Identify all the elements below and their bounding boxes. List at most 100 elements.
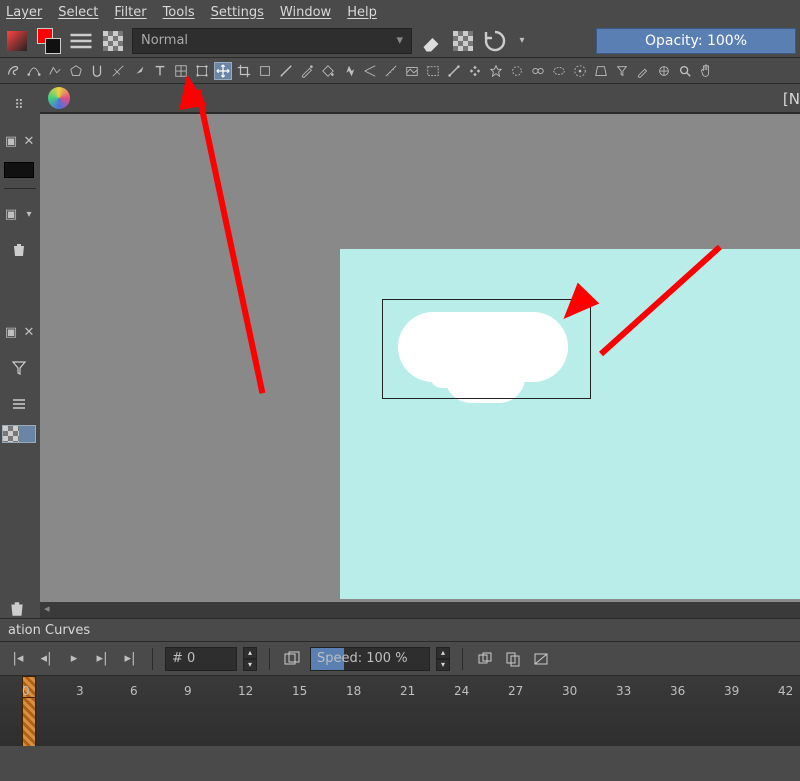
horizontal-scrollbar[interactable] bbox=[40, 602, 800, 618]
frame-number-input[interactable]: # 0 bbox=[165, 647, 237, 671]
rect-select-tool[interactable] bbox=[424, 62, 442, 80]
menu-tools[interactable]: Tools bbox=[163, 5, 195, 20]
pattern-icon bbox=[103, 31, 123, 51]
skip-end-button[interactable]: ▸| bbox=[120, 649, 140, 669]
menu-filter[interactable]: Filter bbox=[114, 5, 146, 20]
ellipse-select-tool[interactable] bbox=[550, 62, 568, 80]
similar-select-tool[interactable] bbox=[571, 62, 589, 80]
opacity-slider[interactable]: Opacity: 100% bbox=[596, 28, 796, 54]
docker-options-button[interactable]: ▣ bbox=[4, 199, 18, 229]
gradient-tool[interactable] bbox=[445, 62, 463, 80]
zoom-tool[interactable] bbox=[676, 62, 694, 80]
lazy-brush-tool[interactable] bbox=[655, 62, 673, 80]
skip-start-button[interactable]: |◂ bbox=[8, 649, 28, 669]
color-thumb[interactable] bbox=[4, 162, 34, 178]
separator bbox=[152, 648, 153, 670]
line-tool[interactable] bbox=[277, 62, 295, 80]
onion-skin-button[interactable] bbox=[475, 649, 495, 669]
speed-slider[interactable]: Speed: 100 % bbox=[310, 647, 430, 671]
brush-tool[interactable] bbox=[256, 62, 274, 80]
pattern-button[interactable] bbox=[100, 28, 126, 54]
trash-button[interactable] bbox=[4, 235, 34, 265]
animation-tab-label: ation Curves bbox=[8, 623, 90, 638]
timeline-ruler[interactable]: 03691215182124273033363942 bbox=[0, 676, 800, 698]
duplicate-frame-button[interactable] bbox=[503, 649, 523, 669]
contiguous-select-tool[interactable] bbox=[487, 62, 505, 80]
transform-tool[interactable] bbox=[193, 62, 211, 80]
polyline-select-tool[interactable] bbox=[46, 62, 64, 80]
reference-tool[interactable] bbox=[403, 62, 421, 80]
menu-help[interactable]: Help bbox=[347, 5, 377, 20]
docker-tab-dots[interactable]: ⠿ bbox=[4, 90, 34, 120]
transform-bounds[interactable] bbox=[382, 299, 591, 399]
menu-select[interactable]: Select bbox=[58, 5, 98, 20]
doc-tab-label[interactable]: [N bbox=[783, 90, 800, 108]
layer-thumb[interactable] bbox=[2, 425, 36, 443]
freehand-select-tool[interactable] bbox=[4, 62, 22, 80]
more-button[interactable]: ▾ bbox=[514, 28, 530, 54]
deform-tool[interactable] bbox=[466, 62, 484, 80]
frame-value: 0 bbox=[187, 651, 195, 666]
doc-tab-strip: [N bbox=[40, 84, 800, 114]
bezier-select-tool[interactable] bbox=[25, 62, 43, 80]
color-picker-tool[interactable] bbox=[298, 62, 316, 80]
magnetic-select-tool[interactable] bbox=[88, 62, 106, 80]
crop-tool[interactable] bbox=[235, 62, 253, 80]
smart-fill-icon bbox=[342, 64, 356, 78]
smart-fill-tool[interactable] bbox=[340, 62, 358, 80]
delete-layer-button[interactable] bbox=[8, 600, 26, 622]
move-tool[interactable] bbox=[214, 62, 232, 80]
menu-layer[interactable]: Layer bbox=[6, 5, 42, 20]
layers-close-button[interactable]: ✕ bbox=[22, 317, 36, 347]
pan-tool[interactable] bbox=[697, 62, 715, 80]
docker-options-chevron[interactable]: ▾ bbox=[22, 199, 36, 229]
separator bbox=[462, 648, 463, 670]
alpha-lock-button[interactable] bbox=[450, 28, 476, 54]
prev-frame-button[interactable]: ◂| bbox=[36, 649, 56, 669]
keyframe[interactable] bbox=[22, 698, 36, 746]
canvas-viewport[interactable] bbox=[40, 114, 800, 602]
bezier-select-icon bbox=[27, 64, 41, 78]
text-tool[interactable] bbox=[151, 62, 169, 80]
remove-frame-button[interactable] bbox=[531, 649, 551, 669]
pattern-edit-tool[interactable] bbox=[172, 62, 190, 80]
edit-shapes-tool[interactable] bbox=[109, 62, 127, 80]
eraser-mode-button[interactable] bbox=[418, 28, 444, 54]
color-swatches[interactable] bbox=[36, 28, 62, 54]
multi-brush-icon bbox=[531, 64, 545, 78]
assistant-tool[interactable] bbox=[361, 62, 379, 80]
list-button[interactable] bbox=[4, 389, 34, 419]
gradient-button[interactable] bbox=[4, 28, 30, 54]
fill-tool[interactable] bbox=[319, 62, 337, 80]
gradient-icon bbox=[447, 64, 461, 78]
reload-brush-button[interactable] bbox=[482, 28, 508, 54]
opacity-label: Opacity: 100% bbox=[645, 33, 747, 49]
docker-collapse-button[interactable]: ▣ bbox=[4, 126, 18, 156]
menu-window[interactable]: Window bbox=[280, 5, 331, 20]
speed-spinner[interactable]: ▴▾ bbox=[436, 647, 450, 671]
filter-button[interactable] bbox=[4, 353, 34, 383]
measure-tool[interactable] bbox=[382, 62, 400, 80]
blend-mode-select[interactable]: Normal bbox=[132, 28, 412, 54]
brush-preset-button[interactable] bbox=[68, 28, 94, 54]
filter-brush-tool[interactable] bbox=[613, 62, 631, 80]
frame-spinner[interactable]: ▴▾ bbox=[243, 647, 257, 671]
multi-brush-tool[interactable] bbox=[529, 62, 547, 80]
ruler-tick: 24 bbox=[454, 684, 469, 698]
next-frame-button[interactable]: ▸| bbox=[92, 649, 112, 669]
play-button[interactable]: ▸ bbox=[64, 649, 84, 669]
timeline-tracks[interactable] bbox=[0, 698, 800, 746]
calligraphy-tool[interactable] bbox=[130, 62, 148, 80]
toolbox bbox=[0, 58, 800, 84]
menu-settings[interactable]: Settings bbox=[211, 5, 264, 20]
drop-frames-button[interactable] bbox=[282, 649, 302, 669]
dyna-brush-tool[interactable] bbox=[508, 62, 526, 80]
eyedropper-tool[interactable] bbox=[634, 62, 652, 80]
layers-collapse-button[interactable]: ▣ bbox=[4, 317, 18, 347]
docker-close-button[interactable]: ✕ bbox=[22, 126, 36, 156]
polygon-select-tool[interactable] bbox=[67, 62, 85, 80]
spin-down-icon: ▾ bbox=[436, 659, 450, 671]
animation-panel-tab[interactable]: ation Curves bbox=[0, 618, 800, 642]
perspective-tool[interactable] bbox=[592, 62, 610, 80]
timeline[interactable]: 03691215182124273033363942 bbox=[0, 676, 800, 746]
